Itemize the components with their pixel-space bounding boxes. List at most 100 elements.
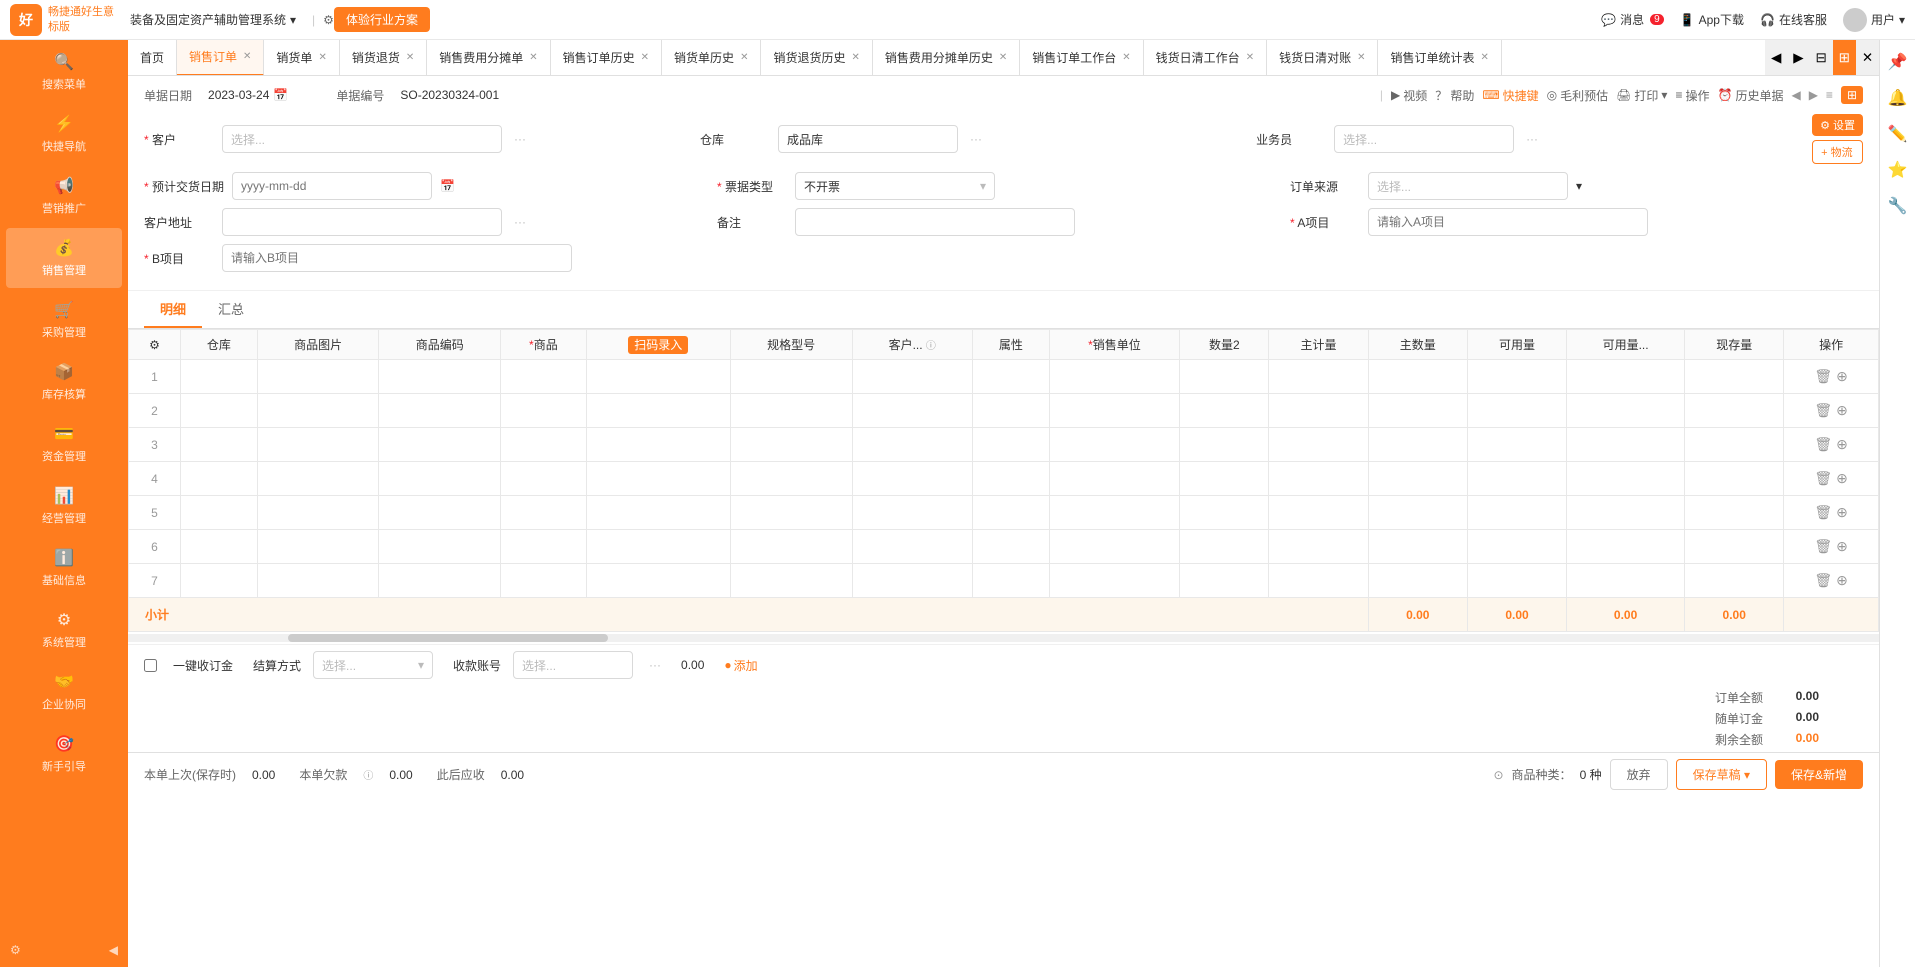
row-spec-2[interactable] (730, 394, 852, 428)
settings-footer-icon[interactable]: ⚙ (10, 943, 21, 957)
row-available-5[interactable] (1467, 496, 1566, 530)
customer-more[interactable]: ··· (514, 132, 526, 146)
tab-7[interactable]: 销货退货历史✕ (761, 40, 872, 76)
tab-8[interactable]: 销售费用分摊单历史✕ (873, 40, 1020, 76)
col-settings[interactable]: ⚙ (129, 330, 181, 360)
row-customer-code-1[interactable] (852, 360, 972, 394)
row-spec-6[interactable] (730, 530, 852, 564)
sidebar-item-经营管理[interactable]: 📊经营管理 (6, 476, 122, 536)
row-warehouse-2[interactable] (180, 394, 257, 428)
account-select[interactable]: 选择... (513, 651, 633, 679)
online-support-btn[interactable]: 🎧 在线客服 (1760, 11, 1827, 28)
row-warehouse-6[interactable] (180, 530, 257, 564)
row-scan-1[interactable] (586, 360, 730, 394)
row-available-7[interactable] (1467, 564, 1566, 598)
delivery-calendar-icon[interactable]: 📅 (440, 179, 455, 193)
row-available-2[interactable] (1467, 394, 1566, 428)
row-customer-code-6[interactable] (852, 530, 972, 564)
right-icon-tool[interactable]: 🔧 (1884, 192, 1912, 220)
row-available2-6[interactable] (1567, 530, 1685, 564)
row-qty2-7[interactable] (1180, 564, 1269, 598)
add-payment-btn[interactable]: ● 添加 (724, 657, 757, 674)
row-current-6[interactable] (1685, 530, 1784, 564)
row-copy-6[interactable]: ⊕ (1836, 538, 1848, 555)
tab-close-2[interactable]: ✕ (318, 52, 326, 63)
sidebar-item-资金管理[interactable]: 💳资金管理 (6, 414, 122, 474)
tab-close-all-btn[interactable]: ✕ (1856, 40, 1879, 76)
collapse-sidebar-btn[interactable]: ◀ (109, 943, 118, 957)
tab-2[interactable]: 销货单✕ (264, 40, 339, 76)
row-delete-5[interactable]: 🗑 (1814, 504, 1832, 521)
form-settings-btn[interactable]: ⚙ 设置 (1812, 114, 1863, 136)
row-delete-6[interactable]: 🗑 (1814, 538, 1832, 555)
a-project-input[interactable] (1368, 208, 1648, 236)
row-main-qty-3[interactable] (1368, 428, 1467, 462)
save-new-btn[interactable]: 保存&新增 (1775, 760, 1863, 789)
row-available-3[interactable] (1467, 428, 1566, 462)
tab-close-6[interactable]: ✕ (740, 52, 748, 63)
sidebar-item-系统管理[interactable]: ⚙系统管理 (6, 600, 122, 660)
tab-close-11[interactable]: ✕ (1357, 52, 1365, 63)
form-nav-prev[interactable]: ◀ (1791, 88, 1800, 102)
row-delete-4[interactable]: 🗑 (1814, 470, 1832, 487)
remark-input[interactable] (795, 208, 1075, 236)
right-icon-star[interactable]: ⭐ (1884, 156, 1912, 184)
row-available-6[interactable] (1467, 530, 1566, 564)
tab-10[interactable]: 钱货日清工作台✕ (1144, 40, 1267, 76)
row-delete-7[interactable]: 🗑 (1814, 572, 1832, 589)
app-download-btn[interactable]: 📱 App下载 (1680, 11, 1744, 28)
payment-method-select[interactable]: 选择... ▾ (313, 651, 433, 679)
row-scan-5[interactable] (586, 496, 730, 530)
customer-input[interactable]: 选择... (222, 125, 502, 153)
row-attr-3[interactable] (972, 428, 1049, 462)
row-customer-code-5[interactable] (852, 496, 972, 530)
b-project-input[interactable] (222, 244, 572, 272)
row-product-7[interactable] (501, 564, 587, 598)
tab-close-1[interactable]: ✕ (243, 51, 251, 62)
row-warehouse-1[interactable] (180, 360, 257, 394)
row-main-unit-3[interactable] (1269, 428, 1368, 462)
row-code-6[interactable] (379, 530, 501, 564)
col-qty2[interactable]: 数量2 (1180, 330, 1269, 360)
invoice-type-select[interactable]: 不开票 ▾ (795, 172, 995, 200)
row-copy-2[interactable]: ⊕ (1836, 402, 1848, 419)
row-code-5[interactable] (379, 496, 501, 530)
row-main-qty-2[interactable] (1368, 394, 1467, 428)
row-spec-3[interactable] (730, 428, 852, 462)
row-available2-1[interactable] (1567, 360, 1685, 394)
col-unit[interactable]: *销售单位 (1049, 330, 1179, 360)
row-copy-3[interactable]: ⊕ (1836, 436, 1848, 453)
right-icon-pin[interactable]: 📌 (1884, 48, 1912, 76)
col-scan[interactable]: 扫码录入 (586, 330, 730, 360)
row-copy-5[interactable]: ⊕ (1836, 504, 1848, 521)
tab-close-8[interactable]: ✕ (999, 52, 1007, 63)
row-current-7[interactable] (1685, 564, 1784, 598)
tab-close-10[interactable]: ✕ (1246, 52, 1254, 63)
one-click-checkbox[interactable] (144, 659, 157, 672)
row-main-qty-1[interactable] (1368, 360, 1467, 394)
row-product-5[interactable] (501, 496, 587, 530)
print-btn[interactable]: 🖨 打印 ▾ (1616, 87, 1667, 104)
row-current-3[interactable] (1685, 428, 1784, 462)
row-product-1[interactable] (501, 360, 587, 394)
warehouse-input[interactable]: 成品库 (778, 125, 958, 153)
calendar-icon[interactable]: 📅 (273, 88, 288, 102)
tab-5[interactable]: 销售订单历史✕ (551, 40, 662, 76)
row-main-unit-7[interactable] (1269, 564, 1368, 598)
row-qty2-4[interactable] (1180, 462, 1269, 496)
row-qty2-6[interactable] (1180, 530, 1269, 564)
tab-9[interactable]: 销售订单工作台✕ (1020, 40, 1143, 76)
row-code-3[interactable] (379, 428, 501, 462)
right-icon-bell[interactable]: 🔔 (1884, 84, 1912, 112)
row-customer-code-7[interactable] (852, 564, 972, 598)
history-btn[interactable]: ⏰ 历史单据 (1717, 87, 1783, 104)
operation-btn[interactable]: ≡ 操作 (1675, 87, 1709, 104)
row-attr-7[interactable] (972, 564, 1049, 598)
account-more[interactable]: ··· (649, 658, 661, 672)
system-selector[interactable]: 装备及固定资产辅助管理系统 ▾ (130, 11, 296, 28)
sidebar-item-采购管理[interactable]: 🛒采购管理 (6, 290, 122, 350)
row-product-6[interactable] (501, 530, 587, 564)
tab-close-7[interactable]: ✕ (851, 52, 859, 63)
tab-expand-btn[interactable]: ⊞ (1833, 40, 1856, 76)
form-expand-btn[interactable]: ⊞ (1841, 86, 1863, 104)
